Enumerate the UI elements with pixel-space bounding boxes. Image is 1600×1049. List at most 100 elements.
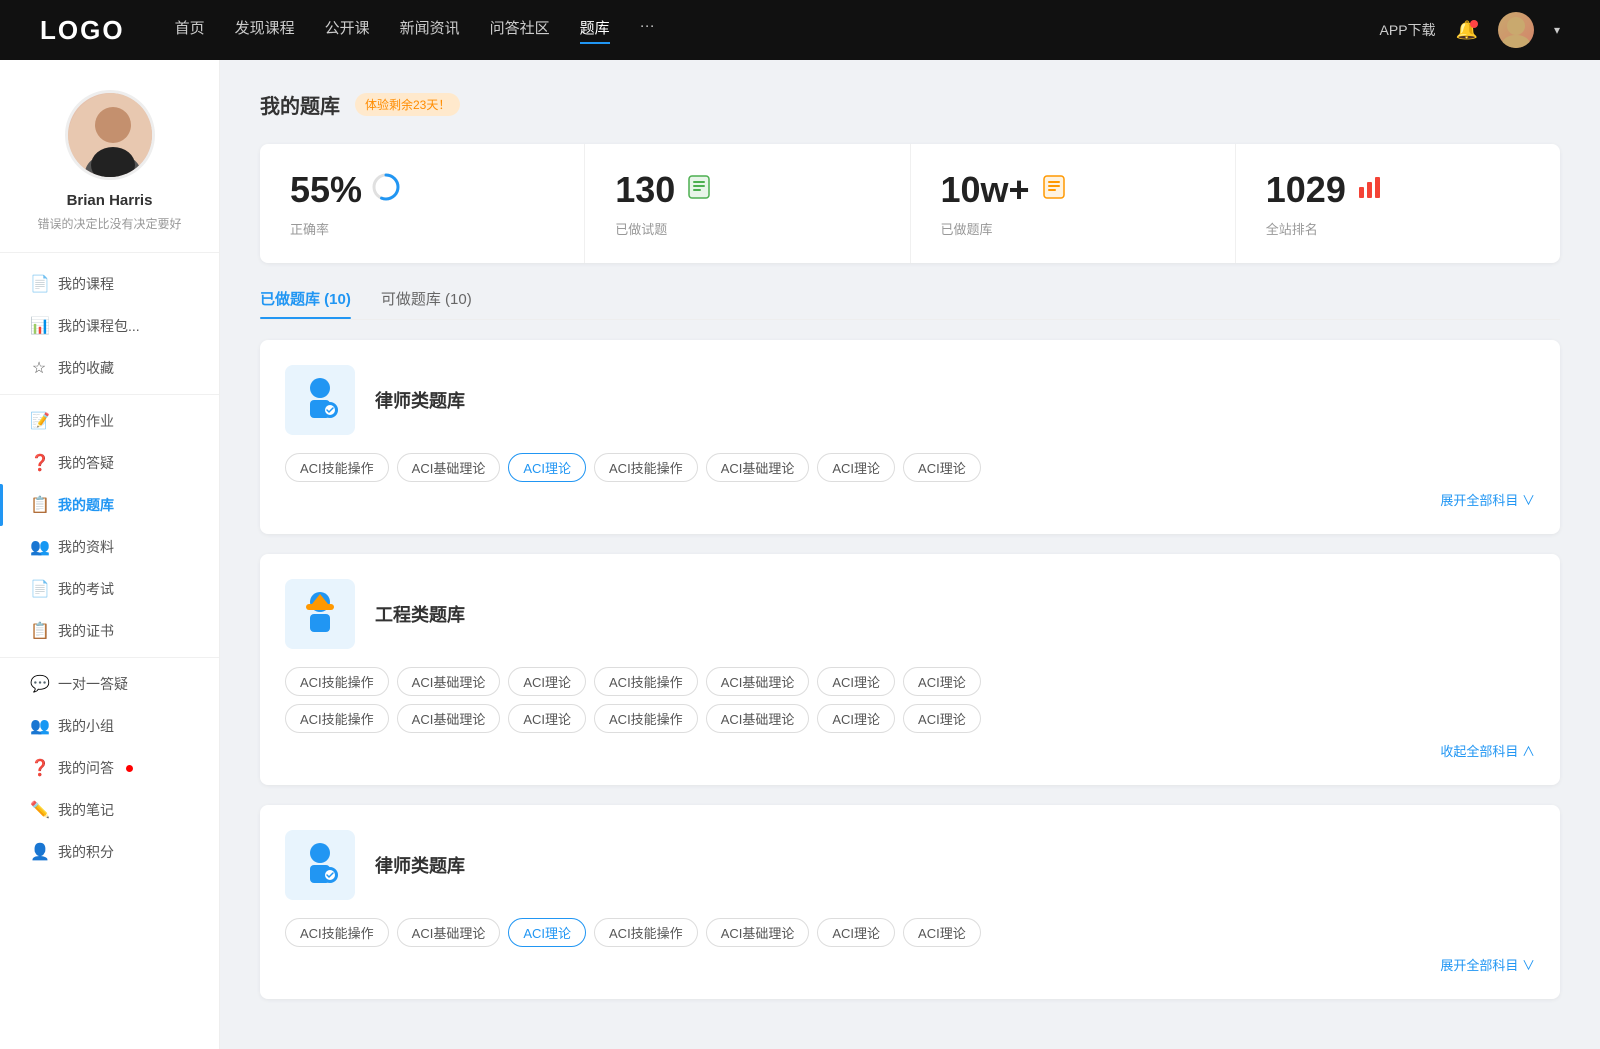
sidebar-item-my-groups[interactable]: 👥 我的小组 (0, 705, 219, 747)
sidebar-item-my-qbank[interactable]: 📋 我的题库 (0, 484, 219, 526)
my-questions-icon: ❓ (30, 453, 48, 473)
my-homework-icon: 📝 (30, 411, 48, 431)
sidebar-item-my-notes[interactable]: ✏️ 我的笔记 (0, 789, 219, 831)
sidebar-item-my-exams[interactable]: 📄 我的考试 (0, 568, 219, 610)
layout: Brian Harris 错误的决定比没有决定要好 📄 我的课程 📊 我的课程包… (0, 60, 1600, 1049)
trial-badge: 体验剩余23天！ (355, 93, 460, 116)
stat-accuracy-value: 55% (290, 169, 362, 211)
tag-aci-theory-2[interactable]: ACI理论 (817, 453, 895, 482)
main-content: 我的题库 体验剩余23天！ 55% 正确率 13 (220, 60, 1600, 1049)
sidebar-item-my-course-packs[interactable]: 📊 我的课程包... (0, 305, 219, 347)
sidebar-item-my-homework[interactable]: 📝 我的作业 (0, 400, 219, 442)
sidebar-divider-2 (0, 657, 219, 658)
tab-available-banks[interactable]: 可做题库 (10) (381, 288, 472, 319)
sidebar-item-my-materials[interactable]: 👥 我的资料 (0, 526, 219, 568)
notification-bell[interactable]: 🔔 (1456, 20, 1478, 41)
eng-tag-r2-3[interactable]: ACI理论 (508, 704, 586, 733)
law2-tag-6[interactable]: ACI理论 (817, 918, 895, 947)
sidebar-item-my-qa[interactable]: ❓ 我的问答 (0, 747, 219, 789)
profile-avatar-image (68, 93, 155, 180)
law2-tag-7[interactable]: ACI理论 (903, 918, 981, 947)
eng-tag-4[interactable]: ACI技能操作 (594, 667, 698, 696)
tag-aci-skills-1[interactable]: ACI技能操作 (285, 453, 389, 482)
law2-tag-5[interactable]: ACI基础理论 (706, 918, 810, 947)
nav-news[interactable]: 新闻资讯 (400, 17, 460, 44)
avatar[interactable] (1498, 12, 1534, 48)
nav-open-course[interactable]: 公开课 (325, 17, 370, 44)
stat-accuracy-icon (372, 173, 400, 208)
sidebar-item-label: 我的考试 (58, 579, 114, 599)
sidebar-divider-1 (0, 394, 219, 395)
eng-tag-6[interactable]: ACI理论 (817, 667, 895, 696)
eng-tag-2[interactable]: ACI基础理论 (397, 667, 501, 696)
page-header: 我的题库 体验剩余23天！ (260, 90, 1560, 119)
tag-aci-basic-1[interactable]: ACI基础理论 (397, 453, 501, 482)
stat-done-questions-value: 130 (615, 169, 675, 211)
eng-tag-r2-4[interactable]: ACI技能操作 (594, 704, 698, 733)
eng-tag-5[interactable]: ACI基础理论 (706, 667, 810, 696)
eng-tag-r2-6[interactable]: ACI理论 (817, 704, 895, 733)
law2-tag-2[interactable]: ACI基础理论 (397, 918, 501, 947)
my-groups-icon: 👥 (30, 716, 48, 736)
nav-home[interactable]: 首页 (175, 17, 205, 44)
law2-tag-1[interactable]: ACI技能操作 (285, 918, 389, 947)
qbank-engineering-tags-row1: ACI技能操作 ACI基础理论 ACI理论 ACI技能操作 ACI基础理论 AC… (285, 667, 1535, 696)
sidebar-item-my-questions[interactable]: ❓ 我的答疑 (0, 442, 219, 484)
logo[interactable]: LOGO (40, 15, 125, 46)
tag-aci-theory-selected-1[interactable]: ACI理论 (508, 453, 586, 482)
sidebar-item-label: 我的收藏 (58, 358, 114, 378)
qbank-lawyer2-name: 律师类题库 (375, 852, 465, 878)
tag-aci-skills-2[interactable]: ACI技能操作 (594, 453, 698, 482)
eng-tag-r2-7[interactable]: ACI理论 (903, 704, 981, 733)
sidebar-item-label: 我的资料 (58, 537, 114, 557)
eng-tag-1[interactable]: ACI技能操作 (285, 667, 389, 696)
eng-tag-7[interactable]: ACI理论 (903, 667, 981, 696)
stat-done-banks-label: 已做题库 (941, 219, 1205, 238)
profile-name: Brian Harris (67, 192, 153, 209)
nav-qbank[interactable]: 题库 (580, 17, 610, 44)
sidebar-item-label: 一对一答疑 (58, 674, 128, 694)
tag-aci-basic-2[interactable]: ACI基础理论 (706, 453, 810, 482)
eng-tag-r2-1[interactable]: ACI技能操作 (285, 704, 389, 733)
user-dropdown-arrow[interactable]: ▾ (1554, 23, 1560, 37)
sidebar-item-my-courses[interactable]: 📄 我的课程 (0, 263, 219, 305)
sidebar-item-my-points[interactable]: 👤 我的积分 (0, 831, 219, 873)
page-title: 我的题库 (260, 90, 340, 119)
navbar: LOGO 首页 发现课程 公开课 新闻资讯 问答社区 题库 ··· APP下载 … (0, 0, 1600, 60)
nav-qa[interactable]: 问答社区 (490, 17, 550, 44)
qbank-lawyer-icon-box (285, 365, 355, 435)
qa-notification-dot (126, 765, 133, 772)
qbank-lawyer2-tags-row1: ACI技能操作 ACI基础理论 ACI理论 ACI技能操作 ACI基础理论 AC… (285, 918, 1535, 947)
engineer-icon (292, 586, 348, 642)
profile-avatar[interactable] (65, 90, 155, 180)
law2-tag-4[interactable]: ACI技能操作 (594, 918, 698, 947)
stat-ranking: 1029 全站排名 (1236, 144, 1560, 263)
tab-done-banks[interactable]: 已做题库 (10) (260, 288, 351, 319)
qbank-lawyer2-icon-box (285, 830, 355, 900)
app-download-button[interactable]: APP下载 (1380, 20, 1436, 40)
expand-lawyer-link[interactable]: 展开全部科目 ∨ (285, 490, 1535, 509)
my-points-icon: 👤 (30, 842, 48, 862)
my-exams-icon: 📄 (30, 579, 48, 599)
expand-lawyer2-link[interactable]: 展开全部科目 ∨ (285, 955, 1535, 974)
eng-tag-r2-2[interactable]: ACI基础理论 (397, 704, 501, 733)
sidebar-item-my-favorites[interactable]: ☆ 我的收藏 (0, 347, 219, 389)
notification-dot (1470, 20, 1478, 28)
my-certs-icon: 📋 (30, 621, 48, 641)
collapse-engineering-link[interactable]: 收起全部科目 ∧ (285, 741, 1535, 760)
sidebar-item-my-certs[interactable]: 📋 我的证书 (0, 610, 219, 652)
my-notes-icon: ✏️ (30, 800, 48, 820)
stat-done-questions-label: 已做试题 (615, 219, 879, 238)
law2-tag-selected[interactable]: ACI理论 (508, 918, 586, 947)
stat-ranking-value: 1029 (1266, 169, 1346, 211)
my-materials-icon: 👥 (30, 537, 48, 557)
qbank-card-lawyer: 律师类题库 ACI技能操作 ACI基础理论 ACI理论 ACI技能操作 ACI基… (260, 340, 1560, 534)
nav-discover[interactable]: 发现课程 (235, 17, 295, 44)
tag-aci-theory-3[interactable]: ACI理论 (903, 453, 981, 482)
sidebar: Brian Harris 错误的决定比没有决定要好 📄 我的课程 📊 我的课程包… (0, 60, 220, 1049)
sidebar-item-one-on-one[interactable]: 💬 一对一答疑 (0, 663, 219, 705)
eng-tag-r2-5[interactable]: ACI基础理论 (706, 704, 810, 733)
eng-tag-3[interactable]: ACI理论 (508, 667, 586, 696)
sidebar-item-label: 我的课程 (58, 274, 114, 294)
nav-more[interactable]: ··· (640, 17, 655, 44)
